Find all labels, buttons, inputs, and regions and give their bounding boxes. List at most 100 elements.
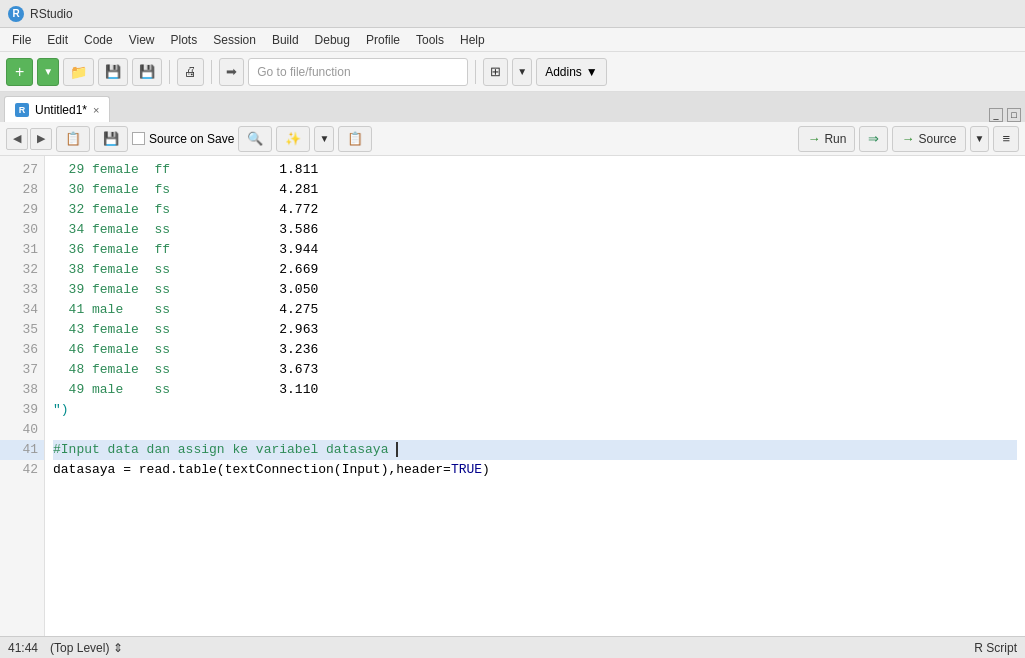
menu-help[interactable]: Help bbox=[452, 31, 493, 49]
toolbar-divider-3 bbox=[475, 60, 476, 84]
go-forward-button[interactable]: ➡ bbox=[219, 58, 244, 86]
addins-dropdown-icon: ▼ bbox=[586, 65, 598, 79]
menu-debug[interactable]: Debug bbox=[307, 31, 358, 49]
code-line-40 bbox=[53, 420, 1017, 440]
r-file-icon: R bbox=[15, 103, 29, 117]
line-num-38: 38 bbox=[0, 380, 44, 400]
line-num-33: 33 bbox=[0, 280, 44, 300]
line-num-34: 34 bbox=[0, 300, 44, 320]
menu-tools[interactable]: Tools bbox=[408, 31, 452, 49]
code-line-27: 29 female ff 1.811 bbox=[53, 160, 1017, 180]
code-line-28: 30 female fs 4.281 bbox=[53, 180, 1017, 200]
editor-tab-untitled1[interactable]: R Untitled1* × bbox=[4, 96, 110, 122]
line-num-31: 31 bbox=[0, 240, 44, 260]
code-line-36: 46 female ss 3.236 bbox=[53, 340, 1017, 360]
menu-session[interactable]: Session bbox=[205, 31, 264, 49]
cursor-position: 41:44 bbox=[8, 641, 38, 655]
source-on-save-container: Source on Save bbox=[132, 132, 234, 146]
menu-edit[interactable]: Edit bbox=[39, 31, 76, 49]
line-num-36: 36 bbox=[0, 340, 44, 360]
open-project-button[interactable]: 📁 bbox=[63, 58, 94, 86]
code-line-32: 38 female ss 2.669 bbox=[53, 260, 1017, 280]
editor-save-button[interactable]: 💾 bbox=[94, 126, 128, 152]
code-tools-button[interactable]: ✨ bbox=[276, 126, 310, 152]
line-num-35: 35 bbox=[0, 320, 44, 340]
tab-close-button[interactable]: × bbox=[93, 104, 99, 116]
show-in-files-button[interactable]: 📋 bbox=[56, 126, 90, 152]
tab-bar: R Untitled1* × _ □ bbox=[0, 92, 1025, 122]
menu-code[interactable]: Code bbox=[76, 31, 121, 49]
code-tools-dropdown[interactable]: ▼ bbox=[314, 126, 334, 152]
plus-icon: + bbox=[15, 63, 24, 81]
menu-bar: File Edit Code View Plots Session Build … bbox=[0, 28, 1025, 52]
menu-profile[interactable]: Profile bbox=[358, 31, 408, 49]
line-num-39: 39 bbox=[0, 400, 44, 420]
new-file-dropdown[interactable]: ▼ bbox=[37, 58, 59, 86]
source-dropdown[interactable]: ▼ bbox=[970, 126, 990, 152]
source-on-save-checkbox[interactable] bbox=[132, 132, 145, 145]
line-num-28: 28 bbox=[0, 180, 44, 200]
source-arrow-icon: → bbox=[901, 131, 914, 146]
compile-notebook-button[interactable]: 📋 bbox=[338, 126, 372, 152]
forward-arrow[interactable]: ▶ bbox=[30, 128, 52, 150]
file-type: R Script bbox=[974, 641, 1017, 655]
addins-button[interactable]: Addins ▼ bbox=[536, 58, 607, 86]
grid-dropdown[interactable]: ▼ bbox=[512, 58, 532, 86]
code-line-37: 48 female ss 3.673 bbox=[53, 360, 1017, 380]
maximize-editor-button[interactable]: □ bbox=[1007, 108, 1021, 122]
tab-filename: Untitled1* bbox=[35, 103, 87, 117]
line-numbers: 27 28 29 30 31 32 33 34 35 36 37 38 39 4… bbox=[0, 156, 45, 636]
run-button[interactable]: → Run bbox=[798, 126, 855, 152]
go-to-function-placeholder: Go to file/function bbox=[257, 65, 350, 79]
code-line-39: ") bbox=[53, 400, 1017, 420]
app-title: RStudio bbox=[30, 7, 73, 21]
code-line-29: 32 female fs 4.772 bbox=[53, 200, 1017, 220]
source-on-save-label: Source on Save bbox=[149, 132, 234, 146]
save-icon: 💾 bbox=[105, 64, 121, 79]
code-line-31: 36 female ff 3.944 bbox=[53, 240, 1017, 260]
line-num-42: 42 bbox=[0, 460, 44, 480]
title-bar: R RStudio bbox=[0, 0, 1025, 28]
print-button[interactable]: 🖨 bbox=[177, 58, 204, 86]
menu-plots[interactable]: Plots bbox=[163, 31, 206, 49]
search-button[interactable]: 🔍 bbox=[238, 126, 272, 152]
tab-window-controls: _ □ bbox=[989, 108, 1021, 122]
minimize-editor-button[interactable]: _ bbox=[989, 108, 1003, 122]
code-line-35: 43 female ss 2.963 bbox=[53, 320, 1017, 340]
run-label: Run bbox=[824, 132, 846, 146]
menu-view[interactable]: View bbox=[121, 31, 163, 49]
grid-button[interactable]: ⊞ bbox=[483, 58, 508, 86]
code-line-34: 41 male ss 4.275 bbox=[53, 300, 1017, 320]
save-all-button[interactable]: 💾 bbox=[132, 58, 162, 86]
addins-label: Addins bbox=[545, 65, 582, 79]
app-window: R RStudio File Edit Code View Plots Sess… bbox=[0, 0, 1025, 658]
nav-arrows: ◀ ▶ bbox=[6, 128, 52, 150]
line-num-37: 37 bbox=[0, 360, 44, 380]
code-content-area[interactable]: 29 female ff 1.811 30 female fs 4.281 32… bbox=[45, 156, 1025, 636]
rerun-arrow-icon: ⇒ bbox=[868, 131, 879, 146]
save-button[interactable]: 💾 bbox=[98, 58, 128, 86]
menu-build[interactable]: Build bbox=[264, 31, 307, 49]
run-arrow-icon: → bbox=[807, 131, 820, 146]
back-arrow[interactable]: ◀ bbox=[6, 128, 28, 150]
code-line-38: 49 male ss 3.110 bbox=[53, 380, 1017, 400]
menu-file[interactable]: File bbox=[4, 31, 39, 49]
open-icon: 📁 bbox=[70, 64, 87, 80]
editor-toolbar: ◀ ▶ 📋 💾 Source on Save 🔍 ✨ ▼ 📋 bbox=[0, 122, 1025, 156]
line-num-30: 30 bbox=[0, 220, 44, 240]
code-line-42: datasaya = read.table(textConnection(Inp… bbox=[53, 460, 1017, 480]
rerun-button[interactable]: ⇒ bbox=[859, 126, 888, 152]
toolbar-divider-1 bbox=[169, 60, 170, 84]
level-indicator[interactable]: (Top Level) ⇕ bbox=[50, 641, 123, 655]
toolbar-divider-2 bbox=[211, 60, 212, 84]
source-button[interactable]: → Source bbox=[892, 126, 965, 152]
line-num-41: 41 bbox=[0, 440, 44, 460]
source-label: Source bbox=[918, 132, 956, 146]
go-to-function-box[interactable]: Go to file/function bbox=[248, 58, 468, 86]
code-editor: 27 28 29 30 31 32 33 34 35 36 37 38 39 4… bbox=[0, 156, 1025, 636]
app-icon: R bbox=[8, 6, 24, 22]
new-file-button[interactable]: + bbox=[6, 58, 33, 86]
line-num-27: 27 bbox=[0, 160, 44, 180]
extra-button[interactable]: ≡ bbox=[993, 126, 1019, 152]
print-icon: 🖨 bbox=[184, 64, 197, 79]
